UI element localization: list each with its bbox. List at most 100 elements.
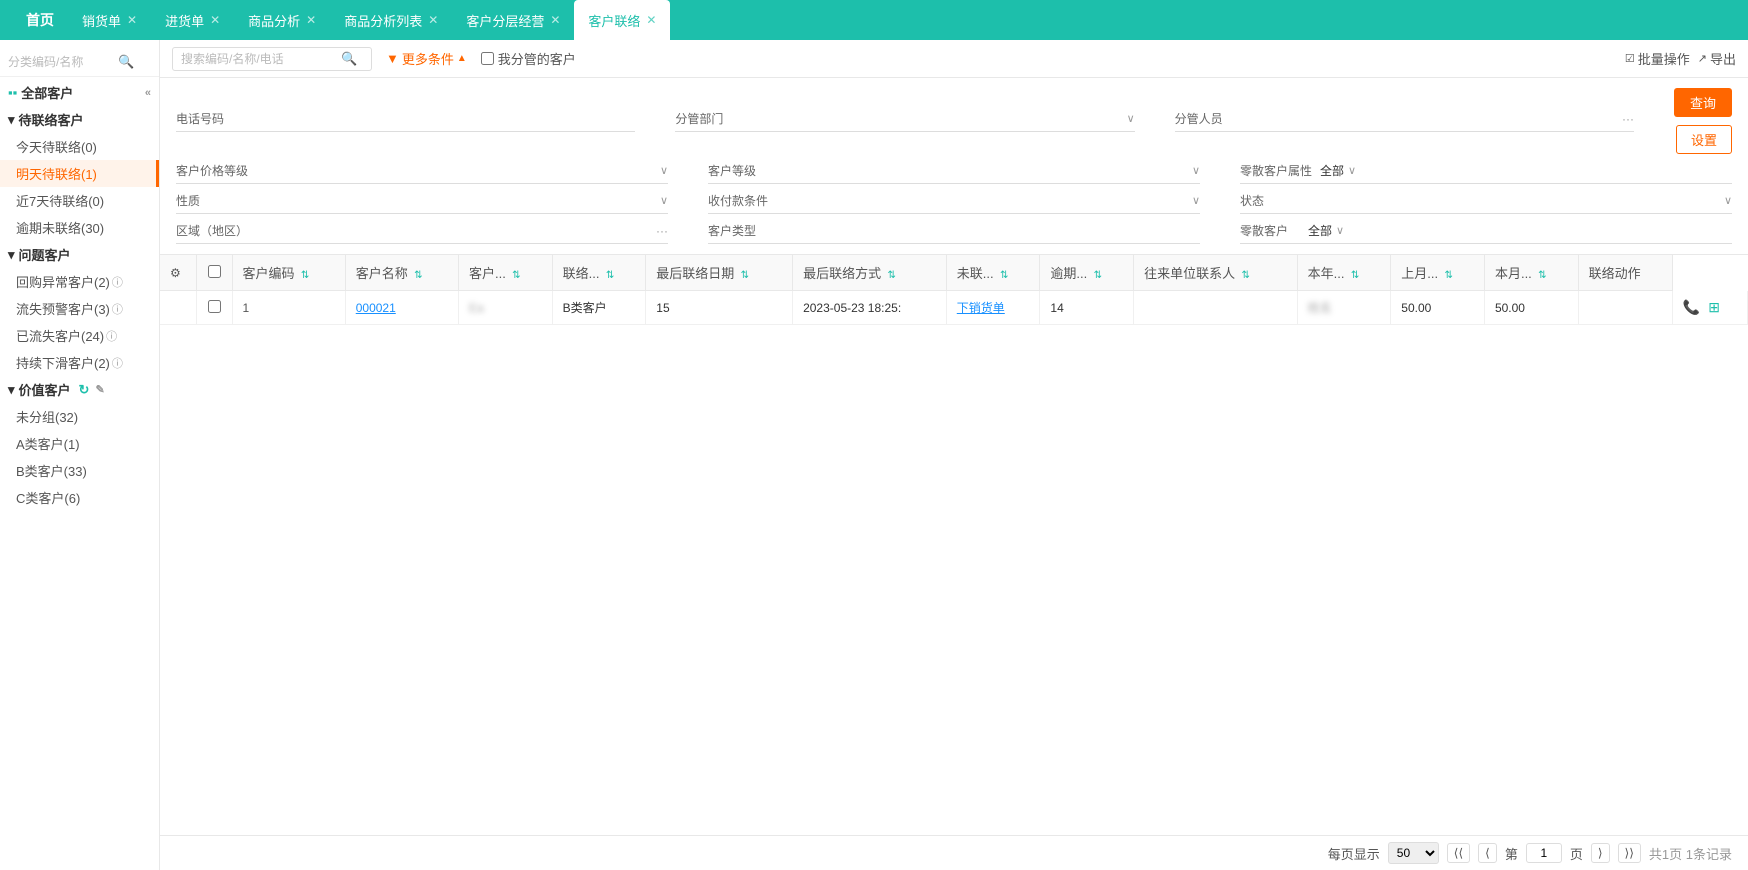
filter-dept-input[interactable]	[743, 112, 1126, 126]
td-code[interactable]: 000021	[345, 291, 458, 325]
close-purchase-icon[interactable]: ✕	[210, 13, 220, 27]
grid-action-icon[interactable]: ⊞	[1708, 299, 1720, 316]
nav-home[interactable]: 首页	[12, 0, 68, 40]
more-conditions-btn[interactable]: ▼ 更多条件 ▲	[380, 46, 473, 71]
nav-purchase[interactable]: 进货单✕	[151, 0, 234, 40]
th-overdue[interactable]: 逾期... ⇅	[1040, 255, 1134, 291]
filter-grade-input[interactable]	[776, 164, 1192, 178]
status-chevron-icon[interactable]: ∨	[1724, 194, 1732, 207]
filter-scattered-label: 零散客户	[1240, 222, 1300, 239]
sidebar-item-type-b[interactable]: B类客户(33)	[0, 457, 159, 484]
per-page-select[interactable]: 50 100 200	[1388, 842, 1439, 864]
sidebar-item-ungroup[interactable]: 未分组(32)	[0, 403, 159, 430]
td-overdue	[1134, 291, 1298, 325]
filter-person-input[interactable]	[1243, 112, 1622, 126]
price-level-chevron-icon[interactable]: ∨	[660, 164, 668, 177]
sidebar-item-abnormal[interactable]: 回购异常客户(2) ⓘ	[0, 268, 159, 295]
search-icon[interactable]: 🔍	[118, 54, 134, 70]
select-all-checkbox[interactable]	[208, 265, 221, 278]
filter-row-3: 性质 ∨ 收付款条件 ∨ 状态 ∨	[176, 192, 1732, 214]
dept-chevron-icon[interactable]: ∨	[1127, 112, 1135, 125]
th-type[interactable]: 客户... ⇅	[458, 255, 552, 291]
filter-row-1: 电话号码 分管部门 ∨ 分管人员 ··· 查询	[176, 88, 1732, 154]
contact-person-blurred: 姓名	[1308, 301, 1332, 315]
nav-customer-contact[interactable]: 客户联络✕	[574, 0, 670, 40]
filter-person-label: 分管人员	[1175, 110, 1235, 127]
my-customers-checkbox[interactable]	[481, 52, 494, 65]
th-contact-person[interactable]: 往来单位联系人 ⇅	[1134, 255, 1298, 291]
th-this-month[interactable]: 本月... ⇅	[1484, 255, 1578, 291]
close-tier-icon[interactable]: ✕	[550, 13, 560, 27]
filter-region-input[interactable]	[256, 224, 656, 238]
my-customers-checkbox-wrap[interactable]: 我分管的客户	[481, 49, 576, 68]
query-btn[interactable]: 查询	[1674, 88, 1732, 117]
sidebar-item-today[interactable]: 今天待联络(0)	[0, 133, 159, 160]
sidebar-search-input[interactable]	[8, 55, 118, 69]
grade-chevron-icon[interactable]: ∨	[1192, 164, 1200, 177]
last-page-btn[interactable]: ⟩⟩	[1618, 843, 1641, 863]
sort-last-month-icon: ⇅	[1444, 270, 1452, 281]
region-dots-icon[interactable]: ···	[656, 224, 668, 238]
per-page-label: 每页显示	[1328, 844, 1380, 863]
th-this-year[interactable]: 本年... ⇅	[1297, 255, 1391, 291]
batch-ops-btn[interactable]: ☑ 批量操作	[1625, 49, 1690, 68]
filter-row-4: 区域（地区） ··· 客户类型 零散客户 全部 ∨	[176, 222, 1732, 244]
export-btn[interactable]: ↗ 导出	[1698, 49, 1736, 68]
nav-goods-list[interactable]: 商品分析列表✕	[330, 0, 452, 40]
sidebar-item-type-a[interactable]: A类客户(1)	[0, 430, 159, 457]
filter-payment-input[interactable]	[776, 194, 1192, 208]
td-name: Ea	[458, 291, 552, 325]
close-goods-list-icon[interactable]: ✕	[428, 13, 438, 27]
sidebar-item-declining[interactable]: 持续下滑客户(2) ⓘ	[0, 349, 159, 376]
nav-customer-tier[interactable]: 客户分层经营✕	[452, 0, 574, 40]
search-input[interactable]	[181, 52, 341, 66]
page-input[interactable]	[1526, 843, 1562, 863]
th-code[interactable]: 客户编码 ⇅	[232, 255, 345, 291]
edit-value-icon[interactable]: ✎	[95, 383, 104, 396]
sidebar-item-week[interactable]: 近7天待联络(0)	[0, 187, 159, 214]
close-sales-icon[interactable]: ✕	[127, 13, 137, 27]
scattered-chevron-icon[interactable]: ∨	[1336, 224, 1344, 237]
next-page-btn[interactable]: ⟩	[1591, 843, 1610, 863]
filter-ctype-input[interactable]	[776, 224, 1200, 238]
sidebar-item-tomorrow[interactable]: 明天待联络(1)	[0, 160, 159, 187]
close-goods-icon[interactable]: ✕	[306, 13, 316, 27]
nature-chevron-icon[interactable]: ∨	[660, 194, 668, 207]
filter-status-input[interactable]	[1308, 194, 1724, 208]
prev-page-btn[interactable]: ⟨	[1478, 843, 1497, 863]
filter-nature-input[interactable]	[244, 194, 660, 208]
th-contact[interactable]: 联络... ⇅	[552, 255, 646, 291]
collapse-icon[interactable]: «	[145, 87, 151, 99]
sidebar-item-type-c[interactable]: C类客户(6)	[0, 484, 159, 511]
close-contact-icon[interactable]: ✕	[646, 13, 656, 27]
th-name[interactable]: 客户名称 ⇅	[345, 255, 458, 291]
th-last-method[interactable]: 最后联络方式 ⇅	[793, 255, 947, 291]
sidebar-item-churned[interactable]: 已流失客户(24) ⓘ	[0, 322, 159, 349]
phone-action-icon[interactable]: 📞	[1683, 299, 1700, 316]
filter-phone-input[interactable]	[244, 112, 635, 126]
all-customers-label[interactable]: ▪▪ 全部客户 «	[0, 77, 159, 106]
sidebar-item-overdue[interactable]: 逾期未联络(30)	[0, 214, 159, 241]
person-dots-icon[interactable]: ···	[1622, 112, 1634, 126]
nav-sales[interactable]: 销货单✕	[68, 0, 151, 40]
td-this-year: 50.00	[1391, 291, 1485, 325]
nav-goods-analysis[interactable]: 商品分析✕	[234, 0, 330, 40]
row-checkbox[interactable]	[208, 300, 221, 313]
filter-actions: 查询 设置	[1674, 88, 1732, 154]
sort-this-month-icon: ⇅	[1538, 270, 1546, 281]
first-page-btn[interactable]: ⟨⟨	[1447, 843, 1470, 863]
th-not-linked[interactable]: 未联... ⇅	[946, 255, 1040, 291]
settings-btn[interactable]: 设置	[1676, 125, 1732, 154]
filter-price-level-input[interactable]	[256, 164, 660, 178]
search-icon[interactable]: 🔍	[341, 51, 357, 67]
payment-chevron-icon[interactable]: ∨	[1192, 194, 1200, 207]
td-last-method[interactable]: 下销货单	[946, 291, 1040, 325]
filter-ctype: 客户类型	[708, 222, 1200, 244]
th-settings[interactable]: ⚙	[160, 255, 196, 291]
th-last-month[interactable]: 上月... ⇅	[1391, 255, 1485, 291]
total-text: 共1页 1条记录	[1649, 844, 1732, 863]
refresh-value-icon[interactable]: ↻	[79, 382, 90, 398]
th-last-date[interactable]: 最后联络日期 ⇅	[646, 255, 793, 291]
attr-chevron-icon[interactable]: ∨	[1348, 164, 1356, 177]
sidebar-item-churn-warn[interactable]: 流失预警客户(3) ⓘ	[0, 295, 159, 322]
